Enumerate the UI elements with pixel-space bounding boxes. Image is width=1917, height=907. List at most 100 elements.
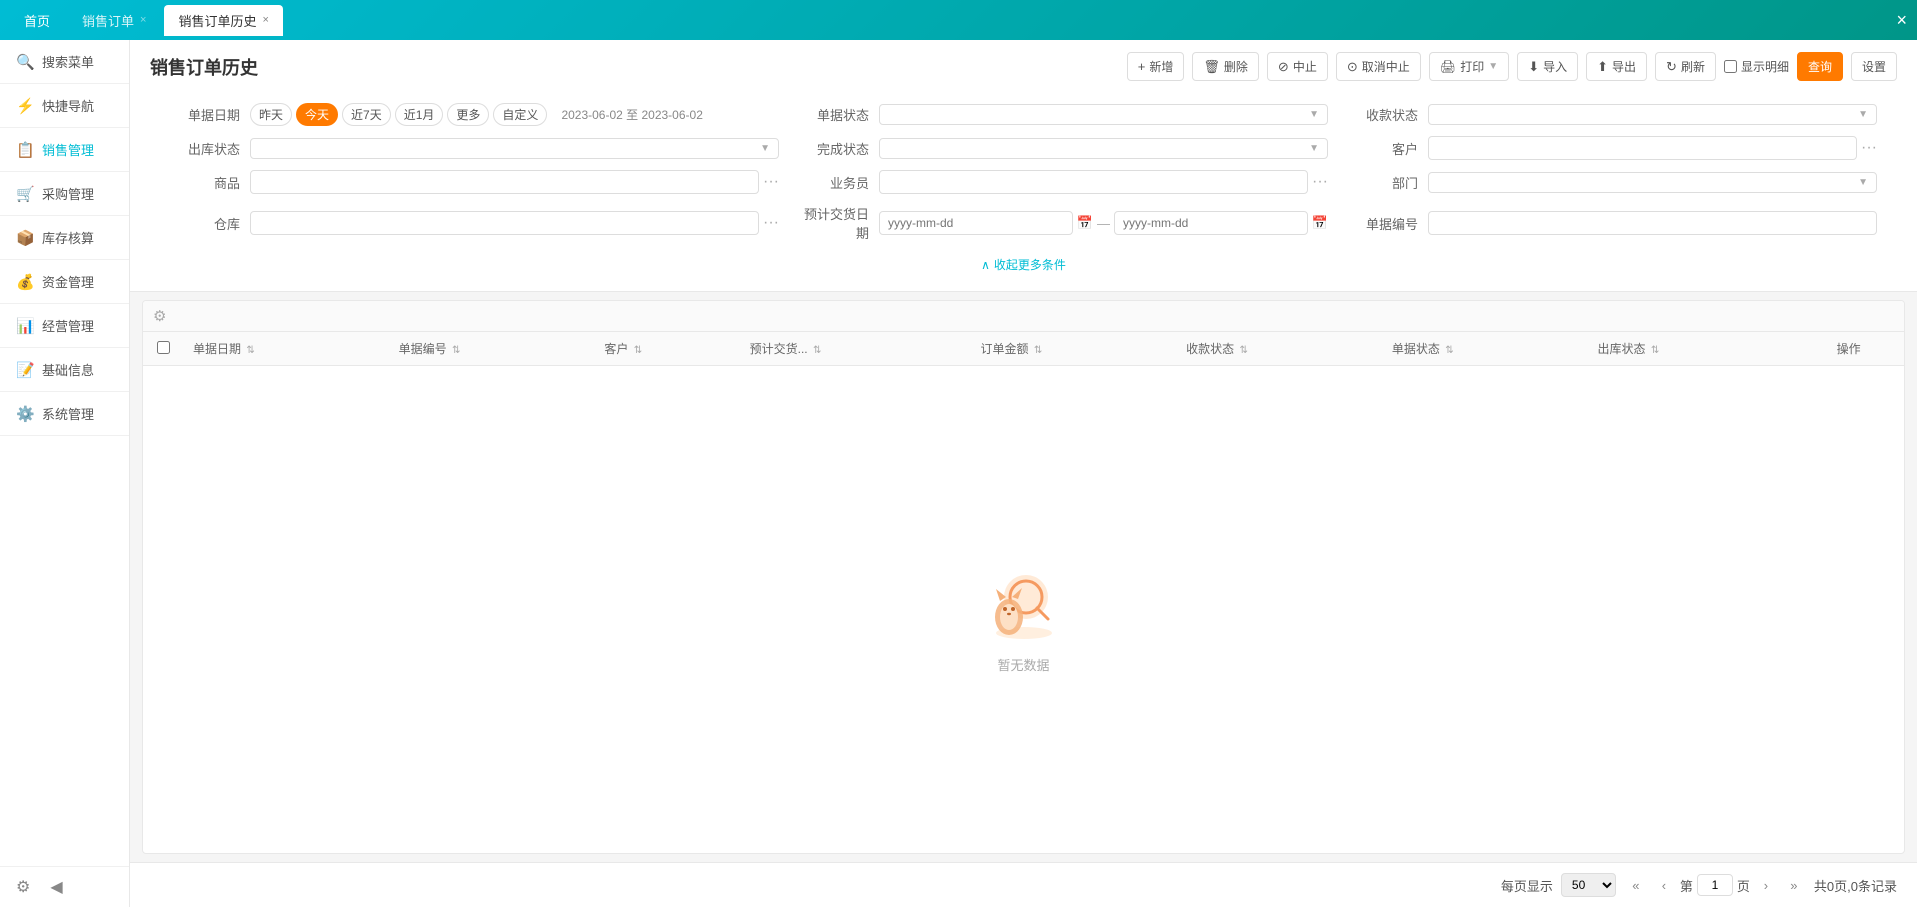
print-button[interactable]: 🖨 打印 ▼ (1429, 52, 1509, 81)
first-page-btn[interactable]: « (1624, 873, 1648, 897)
tab-home[interactable]: 首页 (10, 5, 64, 36)
salesperson-label: 业务员 (799, 173, 879, 192)
import-button[interactable]: ⬇ 导入 (1517, 52, 1578, 81)
tab-sales-order-history[interactable]: 销售订单历史 × (164, 5, 282, 36)
total-label: 共0页,0条记录 (1814, 876, 1897, 895)
export-button[interactable]: ⬆ 导出 (1586, 52, 1647, 81)
query-button[interactable]: 查询 (1797, 52, 1843, 81)
customer-more-icon[interactable]: ··· (1861, 139, 1877, 157)
topbar-close-btn[interactable]: × (1896, 10, 1907, 31)
display-detail-checkbox[interactable] (1724, 60, 1737, 73)
th-customer-sort-icon: ⇅ (634, 345, 642, 356)
sidebar-item-inventory[interactable]: 📦 库存核算 (0, 216, 129, 260)
complete-status-arrow-icon: ▼ (1309, 143, 1319, 154)
settings-label: 设置 (1862, 58, 1886, 75)
warehouse-input[interactable] (250, 211, 759, 235)
sidebar-item-finance[interactable]: 💰 资金管理 (0, 260, 129, 304)
dept-label: 部门 (1348, 173, 1428, 192)
next-page-btn[interactable]: › (1754, 873, 1778, 897)
bill-no-filter: 单据编号 (1348, 211, 1877, 235)
sidebar-item-basic-info[interactable]: 📝 基础信息 (0, 348, 129, 392)
bill-no-input[interactable] (1428, 211, 1877, 235)
sidebar-settings-icon[interactable]: ⚙ (16, 877, 30, 897)
sidebar-item-purchase-mgmt[interactable]: 🛒 采购管理 (0, 172, 129, 216)
per-page-select[interactable]: 50 10 20 100 (1561, 873, 1616, 897)
th-out-status[interactable]: 出库状态 ⇅ (1588, 332, 1794, 366)
select-all-checkbox[interactable] (157, 341, 170, 354)
sidebar-item-system[interactable]: ⚙️ 系统管理 (0, 392, 129, 436)
th-order-amount-sort-icon: ⇅ (1034, 345, 1042, 356)
date-btn-7days[interactable]: 近7天 (342, 103, 391, 126)
stop-button[interactable]: ⊘ 中止 (1267, 52, 1328, 81)
content-area: 销售订单历史 + 新增 🗑 删除 ⊘ 中止 ⊙ (130, 40, 1917, 907)
warehouse-more-icon[interactable]: ··· (763, 214, 779, 232)
tab-sales-order-history-close[interactable]: × (262, 14, 268, 26)
goods-more-icon[interactable]: ··· (763, 173, 779, 191)
export-icon: ⬆ (1597, 59, 1608, 75)
th-receipt-status[interactable]: 收款状态 ⇅ (1176, 332, 1382, 366)
date-btn-today[interactable]: 今天 (296, 103, 338, 126)
salesperson-more-icon[interactable]: ··· (1312, 173, 1328, 191)
warehouse-label: 仓库 (170, 214, 250, 233)
delivery-date-from-input[interactable] (879, 211, 1073, 235)
bill-no-label: 单据编号 (1348, 214, 1428, 233)
collapse-up-icon: ∧ (981, 258, 990, 272)
dept-select[interactable]: ▼ (1428, 172, 1877, 193)
sidebar-item-sales-mgmt[interactable]: 📋 销售管理 (0, 128, 129, 172)
date-btn-yesterday[interactable]: 昨天 (250, 103, 292, 126)
refresh-label: 刷新 (1681, 58, 1705, 75)
date-btn-1month[interactable]: 近1月 (395, 103, 444, 126)
filter-row-status: 出库状态 ▼ 完成状态 ▼ (170, 136, 1877, 160)
stop-label: 中止 (1293, 58, 1317, 75)
sidebar-item-quick-nav[interactable]: ⚡ 快捷导航 (0, 84, 129, 128)
th-order-amount[interactable]: 订单金额 ⇅ (970, 332, 1176, 366)
customer-input[interactable] (1428, 136, 1857, 160)
add-button[interactable]: + 新增 (1127, 52, 1185, 81)
prev-page-btn[interactable]: ‹ (1652, 873, 1676, 897)
th-bill-no[interactable]: 单据编号 ⇅ (389, 332, 595, 366)
goods-input[interactable] (250, 170, 759, 194)
tab-sales-order-close[interactable]: × (140, 14, 146, 26)
date-btn-more[interactable]: 更多 (447, 103, 489, 126)
table-settings-icon[interactable]: ⚙ (153, 307, 166, 325)
print-label: 打印 (1460, 58, 1484, 75)
sidebar-item-business[interactable]: 📊 经营管理 (0, 304, 129, 348)
page-label-suffix: 页 (1737, 876, 1750, 895)
sidebar-collapse-icon[interactable]: ◀ (50, 877, 62, 897)
out-status-filter: ▼ (250, 138, 779, 159)
tab-sales-order[interactable]: 销售订单 × (68, 5, 160, 36)
th-bill-status[interactable]: 单据状态 ⇅ (1382, 332, 1588, 366)
th-delivery-date[interactable]: 预计交货... ⇅ (740, 332, 971, 366)
delete-button[interactable]: 🗑 删除 (1192, 52, 1259, 81)
delivery-date-to-input[interactable] (1114, 211, 1308, 235)
page-input[interactable] (1697, 874, 1733, 896)
th-bill-date-label: 单据日期 (193, 342, 241, 356)
sidebar-item-search-menu[interactable]: 🔍 搜索菜单 (0, 40, 129, 84)
data-table: 单据日期 ⇅ 单据编号 ⇅ 客户 ⇅ (143, 332, 1904, 366)
print-dropdown-icon: ▼ (1488, 61, 1498, 72)
calendar-from-icon[interactable]: 📅 (1077, 215, 1093, 231)
refresh-button[interactable]: ↻ 刷新 (1655, 52, 1716, 81)
cancel-stop-button[interactable]: ⊙ 取消中止 (1336, 52, 1421, 81)
system-icon: ⚙️ (16, 405, 34, 423)
th-delivery-date-label: 预计交货... (750, 342, 808, 356)
calendar-to-icon[interactable]: 📅 (1312, 215, 1328, 231)
purchase-mgmt-icon: 🛒 (16, 185, 34, 203)
out-status-label: 出库状态 (170, 139, 250, 158)
th-bill-date[interactable]: 单据日期 ⇅ (183, 332, 389, 366)
collapse-button[interactable]: ∧ 收起更多条件 (170, 252, 1877, 281)
out-status-select[interactable]: ▼ (250, 138, 779, 159)
bill-status-select[interactable]: ▼ (879, 104, 1328, 125)
goods-filter: ··· (250, 170, 779, 194)
receipt-status-select[interactable]: ▼ (1428, 104, 1877, 125)
complete-status-select[interactable]: ▼ (879, 138, 1328, 159)
salesperson-input[interactable] (879, 170, 1308, 194)
settings-button[interactable]: 设置 (1851, 52, 1897, 81)
last-page-btn[interactable]: » (1782, 873, 1806, 897)
th-customer[interactable]: 客户 ⇅ (594, 332, 739, 366)
display-detail-label: 显示明细 (1741, 58, 1789, 75)
table-container: ⚙ 单据日期 ⇅ 单据编号 (142, 300, 1905, 854)
th-customer-label: 客户 (604, 342, 628, 356)
date-btn-custom[interactable]: 自定义 (493, 103, 547, 126)
display-detail-checkbox-label[interactable]: 显示明细 (1724, 58, 1789, 75)
